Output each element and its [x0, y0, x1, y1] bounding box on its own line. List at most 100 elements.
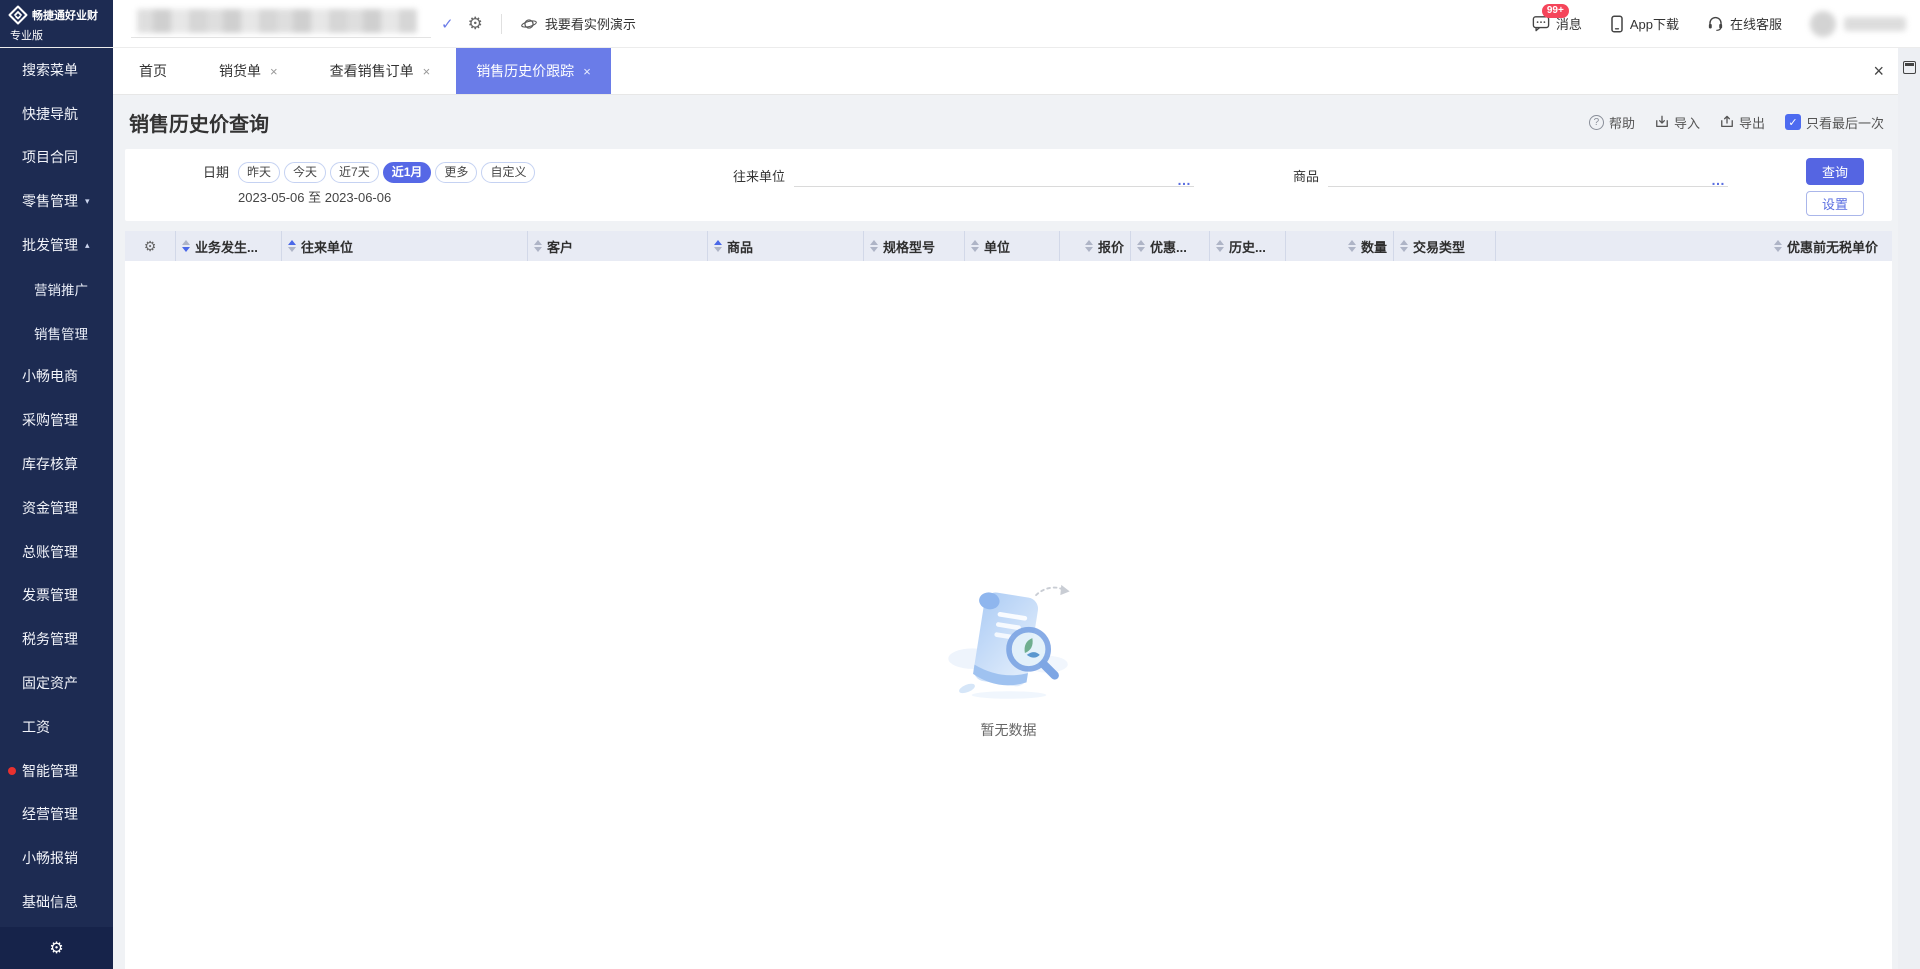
demo-link-label: 我要看实例演示 [544, 17, 636, 32]
export-button[interactable]: 导出 [1720, 113, 1765, 132]
tab-sales-history-price[interactable]: 销售历史价跟踪 × [456, 48, 611, 94]
page-header: 销售历史价查询 ? 帮助 导入 导出 ✓ 只看最后一次 [125, 95, 1892, 149]
sidebar-item-marketing-promo[interactable]: 营销推广 [0, 267, 113, 311]
sidebar-item-general-ledger[interactable]: 总账管理 [0, 530, 113, 574]
sidebar-item-quick-nav[interactable]: 快捷导航 [0, 92, 113, 136]
online-support-button[interactable]: 在线客服 [1707, 14, 1782, 33]
sort-arrows-icon[interactable] [1400, 240, 1408, 252]
date-option-custom[interactable]: 自定义 [481, 162, 536, 183]
only-last-toggle[interactable]: ✓ 只看最后一次 [1784, 113, 1884, 132]
product-picker-ellipsis[interactable]: … [1711, 173, 1726, 187]
date-option-today[interactable]: 今天 [284, 162, 327, 183]
brand-edition: 专业版 [10, 30, 43, 42]
sidebar-item-search-menu[interactable]: 搜索菜单 [0, 48, 113, 92]
sort-arrows-icon[interactable] [182, 240, 190, 252]
phone-icon [1611, 14, 1623, 33]
column-header-business-date[interactable]: 业务发生... [176, 231, 282, 261]
settings-button[interactable]: 设置 [1806, 191, 1864, 216]
settings-gear-icon[interactable]: ⚙ [468, 14, 483, 34]
date-filter-label: 日期 [203, 165, 230, 180]
date-option-yesterday[interactable]: 昨天 [238, 162, 281, 183]
column-header-history[interactable]: 历史... [1210, 231, 1286, 261]
product-input[interactable]: … [1328, 166, 1729, 187]
close-icon[interactable]: × [270, 64, 278, 79]
sidebar-item-reimbursement[interactable]: 小畅报销 [0, 836, 113, 880]
sidebar-item-ecommerce[interactable]: 小畅电商 [0, 355, 113, 399]
tab-view-sales-order[interactable]: 查看销售订单 × [304, 48, 457, 94]
column-header-pre-discount-untaxed-price[interactable]: 优惠前无税单价 [1496, 231, 1892, 261]
column-header-discount[interactable]: 优惠... [1131, 231, 1210, 261]
table-header: ⚙ 业务发生... 往来单位 客户 商品 规格型号 单位 报价 优惠... 历史… [125, 231, 1892, 261]
app-download-button[interactable]: App下载 [1610, 14, 1679, 33]
sidebar-item-invoice-mgmt[interactable]: 发票管理 [0, 574, 113, 618]
close-all-tabs-icon[interactable]: × [1859, 48, 1898, 94]
sidebar-item-purchase-mgmt[interactable]: 采购管理 [0, 398, 113, 442]
help-button[interactable]: ? 帮助 [1588, 113, 1635, 132]
sidebar-item-retail-mgmt[interactable]: 零售管理 ▾ [0, 179, 113, 223]
column-header-quote[interactable]: 报价 [1060, 231, 1131, 261]
close-icon[interactable]: × [583, 64, 591, 79]
table-body: 暂无数据 [125, 261, 1892, 969]
sidebar-item-wholesale-mgmt[interactable]: 批发管理 ▴ [0, 223, 113, 267]
column-header-quantity[interactable]: 数量 [1286, 231, 1394, 261]
sidebar-item-project-contract[interactable]: 项目合同 [0, 136, 113, 180]
sort-arrows-icon[interactable] [971, 240, 979, 252]
user-account-menu[interactable] [1810, 10, 1906, 37]
topbar: 畅捷通好业财 专业版 ✓ ⚙ 我要看实例演示 99+ 消息 App下载 在线客服 [0, 0, 1920, 48]
tab-sales-slip[interactable]: 销货单 × [193, 48, 304, 94]
messages-button[interactable]: 99+ 消息 [1532, 4, 1582, 33]
planet-icon [520, 18, 537, 29]
tab-home[interactable]: 首页 [113, 48, 193, 94]
sort-arrows-icon[interactable] [714, 240, 722, 252]
sort-arrows-icon[interactable] [1137, 240, 1145, 252]
date-option-last7days[interactable]: 近7天 [330, 162, 379, 183]
demo-link[interactable]: 我要看实例演示 [520, 14, 636, 33]
restore-window-icon[interactable] [1902, 61, 1916, 74]
filter-panel: 日期 昨天 今天 近7天 近1月 更多 自定义 2023-05-06 至 202… [125, 149, 1892, 221]
company-selector[interactable] [131, 9, 431, 38]
sort-arrows-icon[interactable] [1347, 240, 1356, 252]
sidebar-item-inventory-accounting[interactable]: 库存核算 [0, 442, 113, 486]
date-option-more[interactable]: 更多 [435, 162, 478, 183]
sort-arrows-icon[interactable] [1084, 240, 1093, 252]
confirm-check-icon[interactable]: ✓ [441, 15, 454, 33]
right-scrollbar-rail[interactable] [1898, 48, 1920, 969]
sidebar-settings-button[interactable]: ⚙ [0, 927, 113, 969]
sidebar-item-payroll[interactable]: 工资 [0, 705, 113, 749]
sidebar-item-sales-mgmt[interactable]: 销售管理 [0, 311, 113, 355]
sidebar-item-fixed-assets[interactable]: 固定资产 [0, 661, 113, 705]
brand-name: 畅捷通好业财 [32, 10, 98, 22]
column-header-unit[interactable]: 单位 [965, 231, 1060, 261]
query-button[interactable]: 查询 [1806, 158, 1864, 185]
brand-logo-icon [8, 5, 28, 25]
partner-filter-label: 往来单位 [733, 169, 786, 184]
date-filter-group: 日期 昨天 今天 近7天 近1月 更多 自定义 2023-05-06 至 202… [203, 162, 539, 206]
sort-arrows-icon[interactable] [870, 240, 878, 252]
column-header-partner[interactable]: 往来单位 [282, 231, 528, 261]
column-header-product[interactable]: 商品 [708, 231, 864, 261]
sidebar-item-tax-mgmt[interactable]: 税务管理 [0, 617, 113, 661]
column-settings-button[interactable]: ⚙ [125, 231, 176, 261]
column-header-customer[interactable]: 客户 [528, 231, 708, 261]
close-icon[interactable]: × [423, 64, 431, 79]
sort-arrows-icon[interactable] [1216, 240, 1224, 252]
column-header-spec-model[interactable]: 规格型号 [864, 231, 965, 261]
partner-picker-ellipsis[interactable]: … [1177, 173, 1192, 187]
sidebar-item-basic-info[interactable]: 基础信息 [0, 880, 113, 924]
help-icon: ? [1588, 114, 1604, 130]
partner-input[interactable]: … [794, 166, 1195, 187]
date-option-last1month[interactable]: 近1月 [382, 162, 432, 183]
import-button[interactable]: 导入 [1655, 113, 1700, 132]
sidebar-item-business-mgmt[interactable]: 经营管理 [0, 793, 113, 837]
sidebar-item-capital-mgmt[interactable]: 资金管理 [0, 486, 113, 530]
headset-icon [1708, 16, 1723, 31]
sidebar-item-smart-mgmt[interactable]: 智能管理 [0, 749, 113, 793]
app-window: 畅捷通好业财 专业版 ✓ ⚙ 我要看实例演示 99+ 消息 App下载 在线客服… [0, 0, 1920, 969]
only-last-checkbox[interactable]: ✓ [1784, 114, 1801, 130]
sort-arrows-icon[interactable] [1773, 240, 1782, 252]
column-header-transaction-type[interactable]: 交易类型 [1394, 231, 1496, 261]
product-filter-label: 商品 [1293, 169, 1320, 184]
app-download-label: App下载 [1629, 17, 1679, 32]
sort-arrows-icon[interactable] [288, 240, 296, 252]
sort-arrows-icon[interactable] [534, 240, 542, 252]
